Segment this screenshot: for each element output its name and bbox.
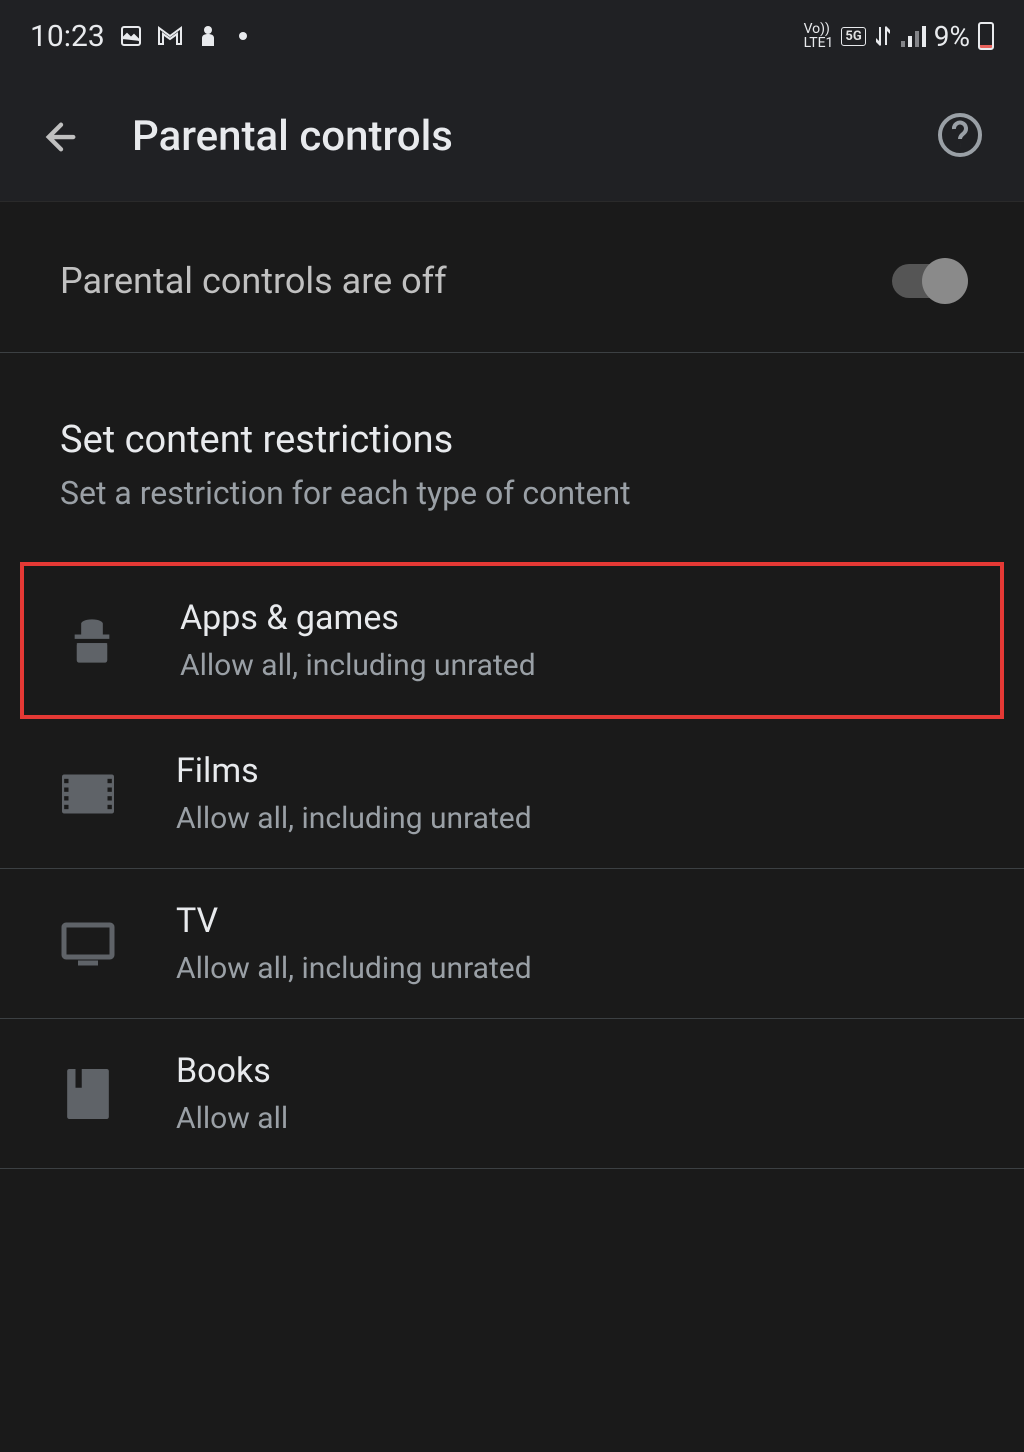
parental-controls-toggle-row[interactable]: Parental controls are off bbox=[0, 210, 1024, 353]
item-title: TV bbox=[176, 901, 964, 941]
5g-badge: 5G bbox=[841, 27, 865, 46]
item-title: Films bbox=[176, 751, 964, 791]
item-subtitle: Allow all, including unrated bbox=[176, 951, 964, 986]
toggle-label: Parental controls are off bbox=[60, 260, 447, 302]
section-subtitle: Set a restriction for each type of conte… bbox=[60, 474, 964, 512]
restriction-films[interactable]: Films Allow all, including unrated bbox=[0, 719, 1024, 869]
toggle-knob bbox=[922, 258, 968, 304]
item-subtitle: Allow all bbox=[176, 1101, 964, 1136]
data-arrows-icon bbox=[874, 25, 892, 47]
back-button[interactable] bbox=[40, 116, 82, 158]
restriction-books[interactable]: Books Allow all bbox=[0, 1019, 1024, 1169]
item-title: Apps & games bbox=[180, 598, 960, 638]
item-subtitle: Allow all, including unrated bbox=[180, 648, 960, 683]
item-title: Books bbox=[176, 1051, 964, 1091]
toggle-switch[interactable] bbox=[892, 264, 964, 298]
app-header: Parental controls bbox=[0, 72, 1024, 202]
app-notification-icon bbox=[197, 24, 219, 48]
status-bar-right: Vo)) LTE1 5G 9% bbox=[804, 20, 994, 53]
signal-strength-icon bbox=[900, 25, 926, 47]
android-icon bbox=[64, 613, 120, 669]
image-notification-icon bbox=[119, 24, 143, 48]
more-notifications-dot bbox=[239, 32, 247, 40]
network-label: Vo)) LTE1 bbox=[804, 22, 834, 50]
battery-icon bbox=[978, 22, 994, 50]
film-icon bbox=[60, 766, 116, 822]
item-text: Films Allow all, including unrated bbox=[176, 751, 964, 836]
item-text: TV Allow all, including unrated bbox=[176, 901, 964, 986]
item-subtitle: Allow all, including unrated bbox=[176, 801, 964, 836]
status-bar-left: 10:23 bbox=[30, 19, 247, 54]
gmail-icon bbox=[157, 26, 183, 46]
book-icon bbox=[60, 1066, 116, 1122]
restrictions-section-header: Set content restrictions Set a restricti… bbox=[0, 353, 1024, 542]
page-title: Parental controls bbox=[132, 112, 886, 161]
tv-icon bbox=[60, 916, 116, 972]
battery-percentage: 9% bbox=[934, 20, 970, 53]
restriction-apps-games[interactable]: Apps & games Allow all, including unrate… bbox=[20, 562, 1004, 719]
section-title: Set content restrictions bbox=[60, 418, 964, 462]
status-bar: 10:23 Vo)) LTE1 5G 9% bbox=[0, 0, 1024, 72]
item-text: Apps & games Allow all, including unrate… bbox=[180, 598, 960, 683]
restriction-tv[interactable]: TV Allow all, including unrated bbox=[0, 869, 1024, 1019]
help-button[interactable] bbox=[936, 111, 984, 163]
item-text: Books Allow all bbox=[176, 1051, 964, 1136]
status-time: 10:23 bbox=[30, 19, 105, 54]
